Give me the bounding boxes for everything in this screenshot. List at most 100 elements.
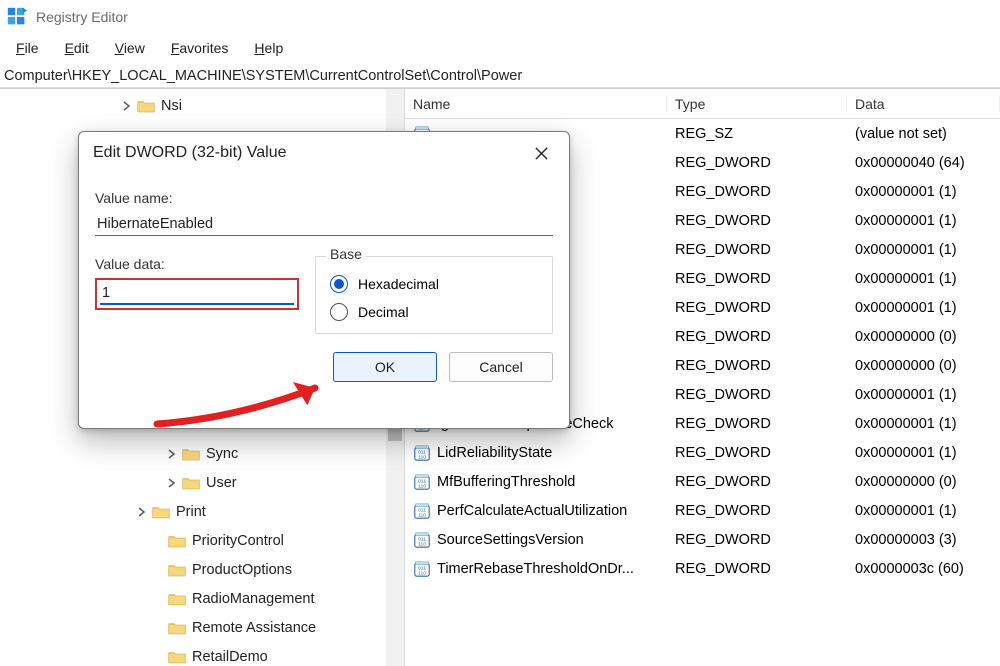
chevron-right-icon[interactable]: [165, 447, 179, 461]
value-data: 0x00000000 (0): [847, 329, 1000, 345]
tree-item[interactable]: RadioManagement: [0, 584, 404, 613]
value-data: 0x00000000 (0): [847, 474, 1000, 490]
list-row[interactable]: 011110LidReliabilityStateREG_DWORD0x0000…: [405, 438, 1000, 467]
radio-dec-label: Decimal: [358, 304, 409, 320]
edit-dword-dialog: Edit DWORD (32-bit) Value Value name: Va…: [78, 131, 570, 429]
folder-icon: [168, 534, 186, 548]
value-type: REG_DWORD: [667, 358, 847, 374]
value-name-field[interactable]: [95, 212, 553, 236]
value-data: 0x00000001 (1): [847, 300, 1000, 316]
value-type: REG_DWORD: [667, 445, 847, 461]
tree-item[interactable]: ProductOptions: [0, 555, 404, 584]
value-data: 0x0000003c (60): [847, 561, 1000, 577]
value-data: 0x00000001 (1): [847, 242, 1000, 258]
folder-icon: [182, 447, 200, 461]
value-data-field[interactable]: [100, 283, 294, 305]
list-row[interactable]: 011110 TimerRebaseThresholdOnDr... REG_DWO…: [405, 554, 1000, 583]
value-type: REG_DWORD: [667, 271, 847, 287]
value-data: 0x00000040 (64): [847, 155, 1000, 171]
chevron-right-icon[interactable]: [135, 505, 149, 519]
menu-help[interactable]: Help: [242, 36, 297, 60]
radio-hex[interactable]: Hexadecimal: [330, 275, 538, 293]
menu-edit[interactable]: Edit: [53, 36, 103, 60]
value-data-label: Value data:: [95, 256, 315, 272]
col-header-type[interactable]: Type: [667, 96, 847, 112]
value-data: 0x00000001 (1): [847, 184, 1000, 200]
ok-button[interactable]: OK: [333, 352, 437, 382]
svg-text:110: 110: [418, 512, 426, 518]
value-name: MfBufferingThreshold: [437, 474, 575, 490]
menu-edit-rest: dit: [74, 40, 89, 56]
tree-item-label: RadioManagement: [192, 591, 315, 607]
value-type: REG_DWORD: [667, 387, 847, 403]
chevron-right-icon[interactable]: [120, 99, 134, 113]
value-type: REG_DWORD: [667, 561, 847, 577]
tree-item-label: Remote Assistance: [192, 620, 316, 636]
reg-dword-icon: 011110: [413, 502, 431, 520]
folder-icon: [137, 99, 155, 113]
svg-text:110: 110: [418, 570, 426, 576]
value-data-highlight: [95, 278, 299, 310]
cancel-button[interactable]: Cancel: [449, 352, 553, 382]
value-name: TimerRebaseThresholdOnDr...: [437, 561, 634, 577]
svg-text:110: 110: [418, 454, 426, 460]
list-row[interactable]: 011110MfBufferingThresholdREG_DWORD0x000…: [405, 467, 1000, 496]
value-data: 0x00000001 (1): [847, 416, 1000, 432]
value-data: 0x00000001 (1): [847, 445, 1000, 461]
value-type: REG_DWORD: [667, 184, 847, 200]
radio-hex-label: Hexadecimal: [358, 276, 439, 292]
list-row[interactable]: 011110PerfCalculateActualUtilizationREG_…: [405, 496, 1000, 525]
base-legend: Base: [326, 246, 366, 262]
value-data: 0x00000001 (1): [847, 271, 1000, 287]
value-data: 0x00000003 (3): [847, 532, 1000, 548]
col-header-data[interactable]: Data: [847, 96, 1000, 112]
menu-file[interactable]: File: [4, 36, 53, 60]
registry-app-icon: [6, 6, 28, 28]
tree-item-label: Sync: [206, 446, 238, 462]
value-type: REG_DWORD: [667, 300, 847, 316]
radio-decimal[interactable]: Decimal: [330, 303, 538, 321]
folder-icon: [168, 621, 186, 635]
value-type: REG_DWORD: [667, 155, 847, 171]
tree-item[interactable]: PriorityControl: [0, 526, 404, 555]
address-path: Computer\HKEY_LOCAL_MACHINE\SYSTEM\Curre…: [4, 68, 522, 84]
folder-icon: [168, 650, 186, 664]
tree-item[interactable]: RetailDemo: [0, 642, 404, 666]
value-type: REG_SZ: [667, 126, 847, 142]
folder-icon: [168, 592, 186, 606]
radio-hex-circle-icon: [330, 275, 348, 293]
tree-item[interactable]: Nsi: [0, 91, 404, 120]
reg-dword-icon: 011110: [413, 473, 431, 491]
base-groupbox: Base Hexadecimal Decimal: [315, 256, 553, 334]
tree-item[interactable]: Sync: [0, 439, 404, 468]
radio-dec-circle-icon: [330, 303, 348, 321]
list-column-headers: Name Type Data: [405, 89, 1000, 119]
menu-favorites[interactable]: Favorites: [159, 36, 243, 60]
menu-help-rest: elp: [265, 40, 284, 56]
value-type: REG_DWORD: [667, 213, 847, 229]
address-bar[interactable]: Computer\HKEY_LOCAL_MACHINE\SYSTEM\Curre…: [0, 64, 1000, 88]
value-type: REG_DWORD: [667, 503, 847, 519]
reg-dword-icon: 011110: [413, 560, 431, 578]
menu-view[interactable]: View: [103, 36, 159, 60]
chevron-right-icon[interactable]: [165, 476, 179, 490]
menu-view-rest: iew: [124, 40, 145, 56]
col-header-name[interactable]: Name: [405, 96, 667, 112]
dialog-close-button[interactable]: [527, 139, 555, 167]
tree-item-label: User: [206, 475, 237, 491]
value-type: REG_DWORD: [667, 242, 847, 258]
dialog-title: Edit DWORD (32-bit) Value: [93, 144, 527, 162]
value-type: REG_DWORD: [667, 532, 847, 548]
tree-item-label: ProductOptions: [192, 562, 292, 578]
value-data: 0x00000000 (0): [847, 358, 1000, 374]
tree-item-label: RetailDemo: [192, 649, 268, 665]
value-name: SourceSettingsVersion: [437, 532, 584, 548]
tree-item-label: PriorityControl: [192, 533, 284, 549]
tree-item[interactable]: User: [0, 468, 404, 497]
list-row[interactable]: 011110SourceSettingsVersionREG_DWORD0x00…: [405, 525, 1000, 554]
window-titlebar: Registry Editor: [0, 0, 1000, 34]
folder-icon: [182, 476, 200, 490]
tree-item[interactable]: Remote Assistance: [0, 613, 404, 642]
value-data: 0x00000001 (1): [847, 213, 1000, 229]
tree-item[interactable]: Print: [0, 497, 404, 526]
